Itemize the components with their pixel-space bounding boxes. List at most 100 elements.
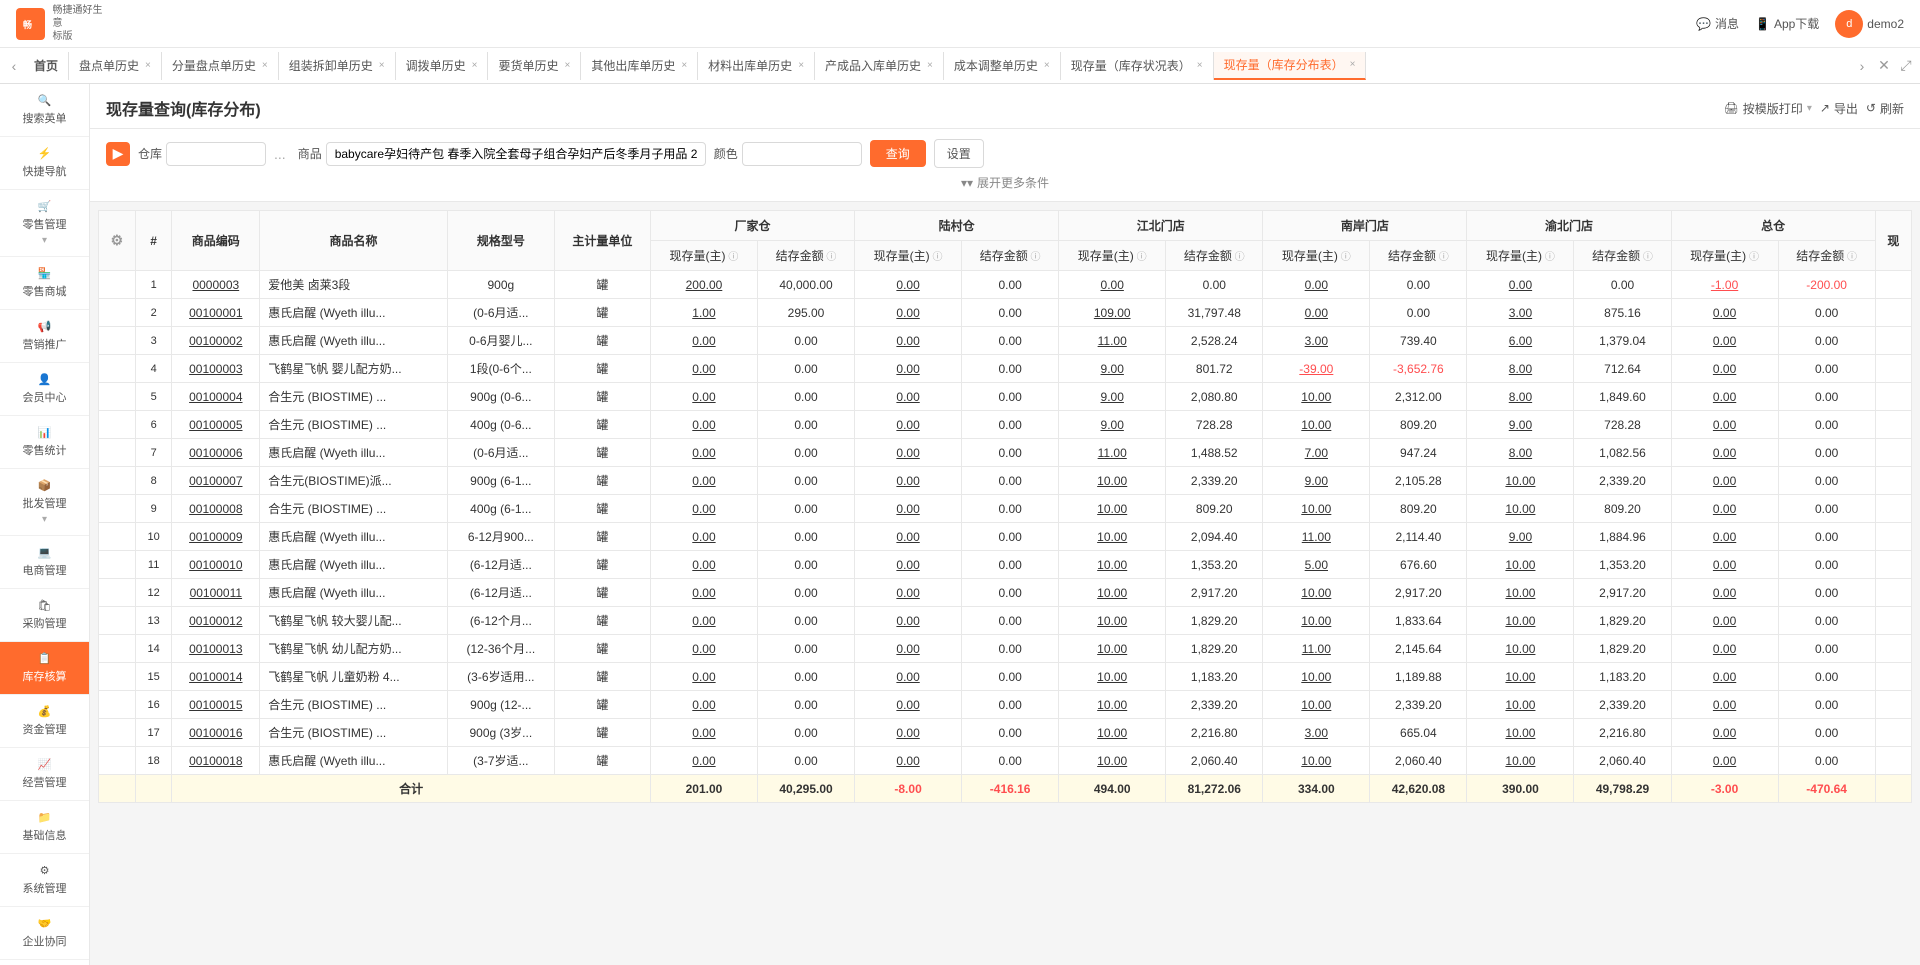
tab-t10[interactable]: 现存量（库存状况表）× — [1061, 52, 1214, 80]
tab-next-btn[interactable]: › — [1852, 52, 1872, 80]
row-changjiacao-qty: 0.00 — [650, 383, 757, 411]
tab-t6[interactable]: 其他出库单历史× — [581, 52, 698, 80]
row-xian — [1875, 747, 1911, 775]
row-nanan-qty: 0.00 — [1263, 299, 1370, 327]
tab-home[interactable]: 首页 — [24, 52, 69, 80]
color-input[interactable] — [742, 142, 862, 166]
tab-t7[interactable]: 材料出库单历史× — [698, 52, 815, 80]
row-nanan-qty: 10.00 — [1263, 747, 1370, 775]
product-input[interactable] — [326, 142, 706, 166]
sidebar-item-basic[interactable]: 📁基础信息 — [0, 801, 89, 854]
tab-close-all-btn[interactable]: ✕ — [1874, 52, 1894, 80]
tab-t5[interactable]: 要货单历史× — [488, 52, 581, 80]
yubei-qty-header: 现存量(主) — [1467, 241, 1574, 271]
row-name: 合生元 (BIOSTIME) ... — [260, 411, 448, 439]
sidebar-item-retail[interactable]: 🛒零售管理▾ — [0, 190, 89, 257]
tab-t9[interactable]: 成本调整单历史× — [944, 52, 1061, 80]
settings-btn[interactable]: 设置 — [934, 139, 984, 168]
tab-close-t1[interactable]: × — [145, 60, 151, 71]
query-btn[interactable]: 查询 — [870, 140, 926, 167]
tab-close-t5[interactable]: × — [564, 60, 570, 71]
app-download-btn[interactable]: 📱 App下载 — [1755, 15, 1819, 32]
sidebar-item-finance[interactable]: 💰资金管理 — [0, 695, 89, 748]
row-nanan-amt: 0.00 — [1370, 271, 1467, 299]
sidebar-item-stock[interactable]: 📋库存核算 — [0, 642, 89, 695]
row-spec: 1段(0-6个... — [447, 355, 554, 383]
sidebar-label-member: 会员中心 — [23, 389, 67, 405]
tab-close-t9[interactable]: × — [1044, 60, 1050, 71]
print-btn[interactable]: 🖨 按模版打印 ▾ — [1724, 100, 1812, 117]
tab-close-t8[interactable]: × — [927, 60, 933, 71]
tab-close-t6[interactable]: × — [681, 60, 687, 71]
row-total-amt: 0.00 — [1778, 719, 1875, 747]
row-nanan-qty: 11.00 — [1263, 523, 1370, 551]
tab-t11[interactable]: 现存量（库存分布表）× — [1214, 52, 1367, 80]
sidebar-icon-member: 👤 — [38, 373, 52, 386]
row-yubei-qty: 9.00 — [1467, 411, 1574, 439]
sidebar-item-nav[interactable]: ⚡快捷导航 — [0, 137, 89, 190]
sidebar-item-member[interactable]: 👤 会员中心 — [0, 363, 89, 416]
row-yubei-qty: 10.00 — [1467, 719, 1574, 747]
row-lucun-amt: 0.00 — [962, 719, 1059, 747]
col-settings-header[interactable]: ⚙ — [99, 211, 136, 271]
warehouse-dots[interactable]: ... — [270, 146, 290, 162]
row-changjiacao-amt: 0.00 — [757, 523, 854, 551]
sidebar-item-marketing[interactable]: 📢营销推广 — [0, 310, 89, 363]
tab-prev-btn[interactable]: ‹ — [4, 52, 24, 80]
sidebar-item-purchase[interactable]: 🛍采购管理 — [0, 589, 89, 642]
filter-expand-arrow[interactable]: ▶ — [106, 142, 130, 166]
sidebar-icon-search: 🔍 — [38, 94, 52, 107]
refresh-btn[interactable]: ↺ 刷新 — [1866, 100, 1904, 117]
sidebar-icon-ecom: 💻 — [38, 546, 52, 559]
sidebar-item-stat[interactable]: 📊零售统计 — [0, 416, 89, 469]
row-total-amt: 0.00 — [1778, 691, 1875, 719]
export-btn[interactable]: ↗ 导出 — [1820, 100, 1858, 117]
sidebar-item-shop[interactable]: 🏪零售商城 — [0, 257, 89, 310]
warehouse-input[interactable] — [166, 142, 266, 166]
tab-close-t7[interactable]: × — [798, 60, 804, 71]
row-jiangbei-amt: 1,488.52 — [1166, 439, 1263, 467]
sidebar-item-ecom[interactable]: 💻电商管理 — [0, 536, 89, 589]
summary-lucun-amt: -416.16 — [962, 775, 1059, 803]
row-changjiacao-amt: 0.00 — [757, 467, 854, 495]
expand-toggle[interactable]: ▾▾ 展开更多条件 — [106, 174, 1904, 191]
row-changjiacao-amt: 295.00 — [757, 299, 854, 327]
table-row: 17 00100016 合生元 (BIOSTIME) ... 900g (3岁.… — [99, 719, 1912, 747]
message-btn[interactable]: 💬 消息 — [1696, 15, 1739, 32]
table-row: 2 00100001 惠氏启醒 (Wyeth illu... (0-6月适...… — [99, 299, 1912, 327]
row-jiangbei-qty: 10.00 — [1059, 747, 1166, 775]
row-num: 13 — [135, 607, 172, 635]
changjiacao-amt-header: 结存金额 — [757, 241, 854, 271]
tab-t3[interactable]: 组装拆卸单历史× — [279, 52, 396, 80]
tab-close-t10[interactable]: × — [1197, 60, 1203, 71]
row-changjiacao-amt: 0.00 — [757, 551, 854, 579]
col-lucun-header: 陆村仓 — [855, 211, 1059, 241]
row-changjiacao-amt: 0.00 — [757, 607, 854, 635]
sidebar-item-wholesale[interactable]: 📦批发管理▾ — [0, 469, 89, 536]
tab-close-t2[interactable]: × — [262, 60, 268, 71]
row-changjiacao-qty: 0.00 — [650, 467, 757, 495]
sidebar-item-ops[interactable]: 📈经营管理 — [0, 748, 89, 801]
row-num: 1 — [135, 271, 172, 299]
col-yubei-header: 渝北门店 — [1467, 211, 1671, 241]
tab-t4[interactable]: 调拨单历史× — [396, 52, 489, 80]
col-total-header: 总仓 — [1671, 211, 1875, 241]
table-area[interactable]: ⚙ # 商品编码 商品名称 规格型号 主计量单位 厂家仓 陆村仓 江北门店 南岸… — [90, 202, 1920, 965]
col-xian-header: 现 — [1875, 211, 1911, 271]
sidebar-item-search[interactable]: 🔍搜索英单 — [0, 84, 89, 137]
tab-close-t4[interactable]: × — [472, 60, 478, 71]
sidebar-item-guide[interactable]: 🎯新手引导 — [0, 960, 89, 965]
sidebar-item-system[interactable]: ⚙系统管理 — [0, 854, 89, 907]
tab-close-t3[interactable]: × — [379, 60, 385, 71]
row-nanan-qty: 3.00 — [1263, 719, 1370, 747]
sidebar-item-collab[interactable]: 🤝企业协同 — [0, 907, 89, 960]
tab-t1[interactable]: 盘点单历史× — [69, 52, 162, 80]
tab-t2[interactable]: 分量盘点单历史× — [162, 52, 279, 80]
row-yubei-qty: 10.00 — [1467, 551, 1574, 579]
tab-close-t11[interactable]: × — [1350, 59, 1356, 70]
tab-expand-btn[interactable]: ⤢ — [1896, 52, 1916, 80]
product-filter: 商品 — [298, 142, 706, 166]
row-settings — [99, 411, 136, 439]
tab-t8[interactable]: 产成品入库单历史× — [815, 52, 944, 80]
user-profile[interactable]: d demo2 — [1835, 10, 1904, 38]
